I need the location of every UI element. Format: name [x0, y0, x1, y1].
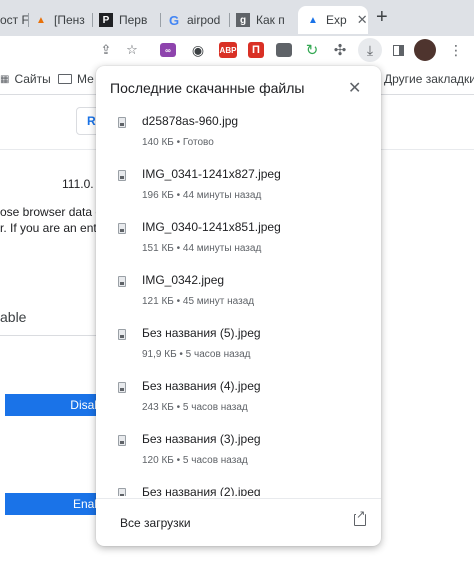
download-filename: Без названия (3).jpeg — [142, 432, 261, 446]
tab-6-title: Exp — [326, 13, 347, 27]
download-meta: 120 КБ • 5 часов назад — [142, 455, 248, 466]
all-downloads-link[interactable]: Все загрузки — [120, 516, 191, 530]
tab-5-title: Как п — [256, 13, 285, 27]
file-icon — [118, 488, 126, 496]
tab-2[interactable]: ▲ [Пенз — [34, 6, 90, 34]
menu-icon[interactable]: ⋮ — [446, 40, 466, 60]
download-meta: 91,9 КБ • 5 часов назад — [142, 349, 251, 360]
download-item[interactable]: Без названия (5).jpeg 91,9 КБ • 5 часов … — [96, 318, 381, 372]
downloads-popup: Последние скачанные файлы ✕ d25878as-960… — [96, 66, 381, 546]
download-filename: d25878as-960.jpg — [142, 114, 239, 128]
close-icon[interactable]: ✕ — [348, 78, 361, 98]
download-item[interactable]: Без названия (4).jpeg 243 КБ • 5 часов н… — [96, 371, 381, 425]
download-meta: 140 КБ • Готово — [142, 137, 214, 148]
download-icon[interactable]: ⤓ — [358, 38, 382, 62]
download-filename: Без названия (5).jpeg — [142, 326, 261, 340]
tab-4-title: airpod — [187, 13, 221, 27]
extension-1-icon[interactable]: ∞ — [158, 40, 178, 60]
bookmark-folder-label: Ме — [77, 72, 94, 86]
tab-1[interactable]: ост F — [0, 6, 28, 34]
tab-separator — [28, 13, 29, 27]
file-icon — [118, 382, 126, 393]
extension-5-icon[interactable] — [274, 40, 294, 60]
extension-4-icon[interactable]: П — [246, 40, 266, 60]
star-icon[interactable]: ☆ — [122, 40, 142, 60]
download-item[interactable]: d25878as-960.jpg 140 КБ • Готово — [96, 106, 381, 160]
file-icon — [118, 223, 126, 234]
g-icon: g — [236, 13, 250, 27]
download-meta: 121 КБ • 45 минут назад — [142, 296, 255, 307]
share-icon[interactable]: ⇪ — [96, 40, 116, 60]
bookmark-sites-label: Сайты — [14, 72, 51, 86]
extension-2-icon[interactable]: ◉ — [188, 40, 208, 60]
description-line-1: ose browser data c — [0, 205, 102, 219]
divider — [0, 335, 96, 336]
sidepanel-icon[interactable] — [388, 40, 408, 60]
tab-separator — [92, 13, 93, 27]
tab-5[interactable]: g Как п — [236, 6, 296, 34]
extension-4-label: П — [248, 42, 264, 58]
bookmark-sites[interactable]: ▦ Сайты — [0, 72, 51, 86]
bookmark-other-label: Другие закладки — [384, 72, 474, 86]
flask-icon: ▲ — [308, 14, 318, 26]
open-external-icon[interactable] — [354, 509, 366, 526]
file-icon — [118, 276, 126, 287]
download-filename: Без названия (2).jpeg — [142, 485, 261, 496]
popup-title: Последние скачанные файлы — [110, 80, 305, 96]
download-filename: Без названия (4).jpeg — [142, 379, 261, 393]
bookmark-folder[interactable]: Ме — [58, 72, 94, 86]
close-tab-icon[interactable]: ✕ — [357, 12, 368, 28]
file-icon — [118, 329, 126, 340]
download-item[interactable]: IMG_0342.jpeg 121 КБ • 45 минут назад — [96, 265, 381, 319]
adblock-icon[interactable]: ABP — [218, 40, 238, 60]
file-icon — [118, 170, 126, 181]
profile-avatar[interactable] — [414, 39, 436, 61]
download-item[interactable]: IMG_0341-1241x827.jpeg 196 КБ • 44 минут… — [96, 159, 381, 213]
new-tab-button[interactable]: + — [376, 6, 388, 29]
extension-6-icon[interactable]: ↻ — [302, 40, 322, 60]
tab-3-title: Перв — [119, 13, 148, 27]
download-filename: IMG_0342.jpeg — [142, 273, 225, 287]
download-item[interactable]: IMG_0340-1241x851.jpeg 151 КБ • 44 минут… — [96, 212, 381, 266]
toolbar: ⇪ ☆ ∞ ◉ ABP П ↻ ✣ ⤓ ⋮ — [0, 36, 474, 64]
adblock-label: ABP — [219, 42, 237, 58]
tab-2-title: [Пенз — [54, 13, 85, 27]
download-item[interactable]: Без названия (2).jpeg — [96, 477, 381, 496]
flag-label: able — [0, 309, 27, 325]
tab-1-title: ост F — [0, 13, 28, 27]
tab-strip: ост F ▲ [Пенз P Перв G airpod g Как п ▲ … — [0, 0, 474, 36]
download-meta: 151 КБ • 44 минуты назад — [142, 243, 262, 254]
download-item[interactable]: Без названия (3).jpeg 120 КБ • 5 часов н… — [96, 424, 381, 478]
folder-icon — [58, 74, 72, 84]
tab-active[interactable]: ▲ Exp ✕ — [298, 6, 368, 34]
other-bookmarks[interactable]: Другие закладки — [384, 72, 474, 86]
tab-separator — [229, 13, 230, 27]
tab-3[interactable]: P Перв — [99, 6, 157, 34]
p-logo-icon: P — [99, 13, 113, 27]
download-filename: IMG_0340-1241x851.jpeg — [142, 220, 281, 234]
flame-icon: ▲ — [36, 14, 46, 26]
apps-grid-icon: ▦ — [0, 73, 10, 85]
description-line-2: r. If you are an ent — [0, 221, 97, 235]
download-filename: IMG_0341-1241x827.jpeg — [142, 167, 281, 181]
popup-divider — [96, 498, 381, 499]
tab-separator — [160, 13, 161, 27]
version-text: 111.0. — [62, 177, 94, 191]
file-icon — [118, 117, 126, 128]
tab-4[interactable]: G airpod — [167, 6, 225, 34]
download-meta: 243 КБ • 5 часов назад — [142, 402, 248, 413]
download-meta: 196 КБ • 44 минуты назад — [142, 190, 262, 201]
file-icon — [118, 435, 126, 446]
google-icon: G — [168, 12, 180, 28]
download-list: d25878as-960.jpg 140 КБ • Готово IMG_034… — [96, 106, 381, 496]
puzzle-icon[interactable]: ✣ — [330, 40, 350, 60]
